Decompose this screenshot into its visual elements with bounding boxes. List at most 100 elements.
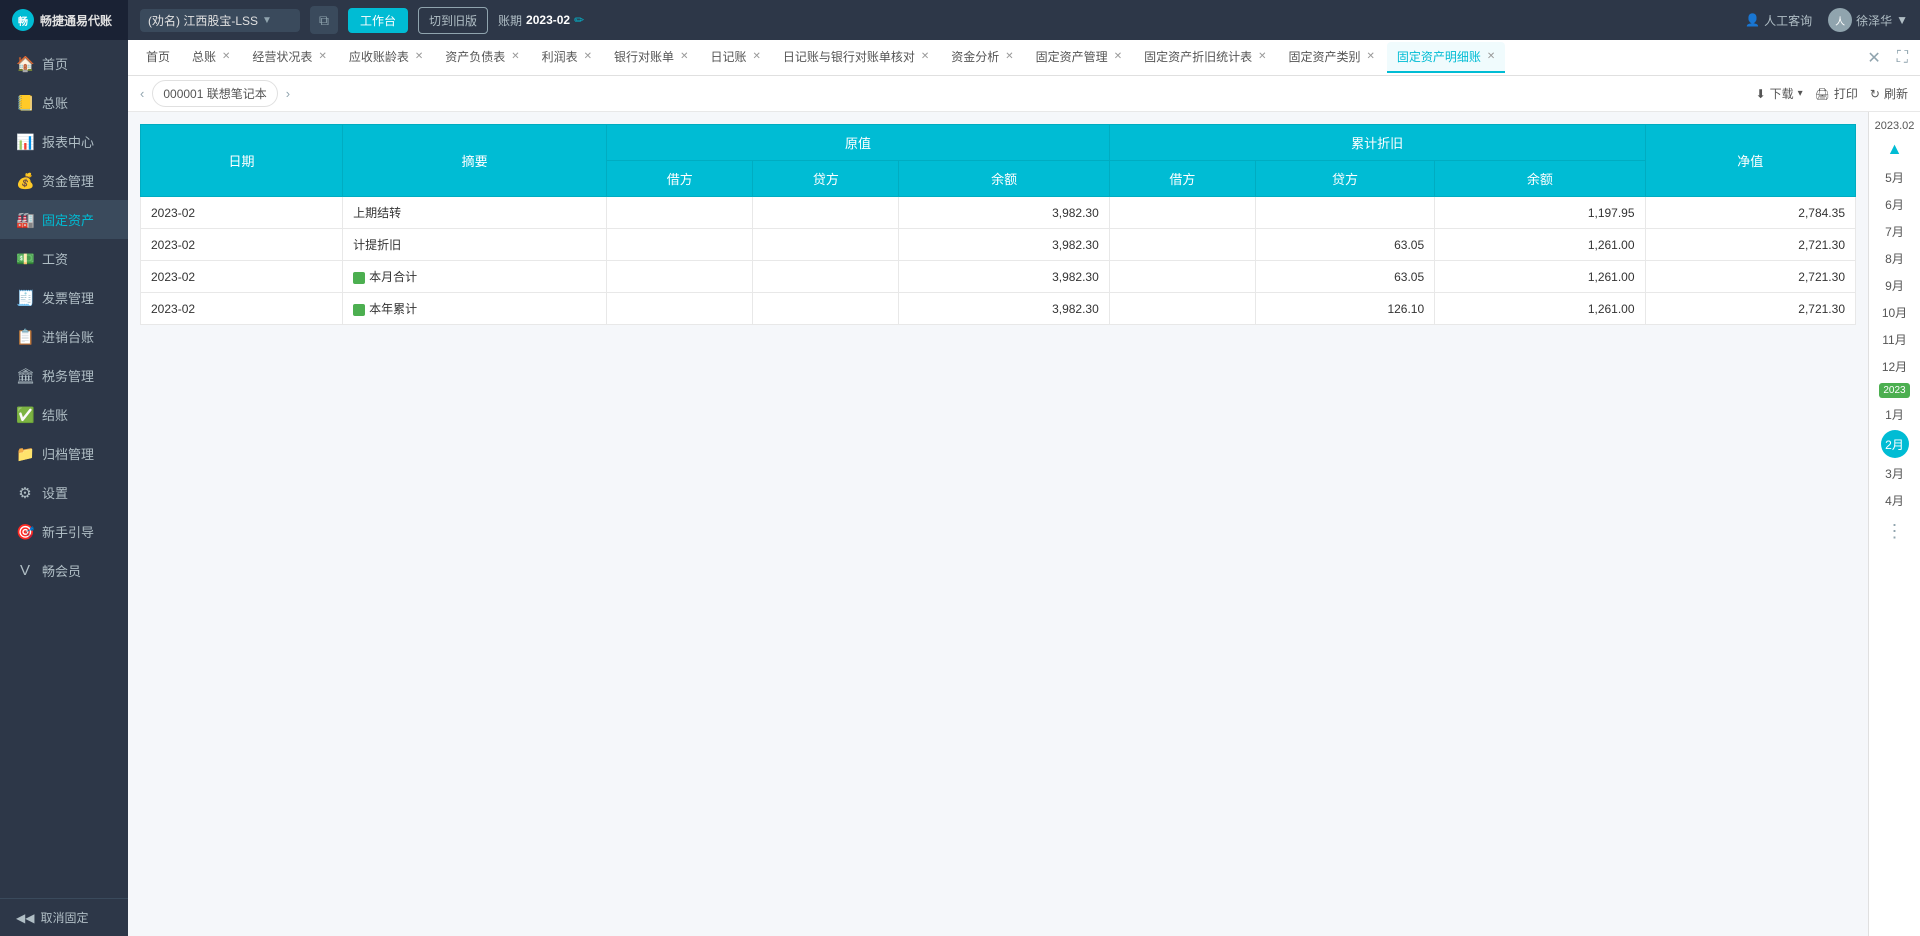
user-menu[interactable]: 人 徐泽华 ▼ (1828, 8, 1908, 32)
subnav-left-arrow[interactable]: ‹ (140, 86, 144, 101)
sidebar-item-资金管理[interactable]: 💰 资金管理 (0, 161, 128, 200)
tab-12[interactable]: 固定资产类别✕ (1278, 42, 1384, 73)
sidebar-item-设置[interactable]: ⚙ 设置 (0, 473, 128, 512)
right-panel-month-2023-1[interactable]: 2月 (1881, 430, 1909, 458)
subnav-actions: ⬇ 下载 ▾ 🖨 打印 ↻ 刷新 (1756, 85, 1908, 102)
right-panel-month-2022-6[interactable]: 11月 (1875, 327, 1915, 352)
tab-close-9[interactable]: ✕ (1005, 51, 1013, 62)
sidebar-item-畅会员[interactable]: V 畅会员 (0, 551, 128, 590)
right-panel-more[interactable]: ⋮ (1875, 518, 1915, 544)
sidebar-icon-7: 📋 (16, 328, 34, 346)
tab-close-10[interactable]: ✕ (1114, 51, 1122, 62)
tab-1[interactable]: 总账✕ (182, 42, 240, 73)
sidebar-icon-3: 💰 (16, 172, 34, 190)
subnav-item[interactable]: 000001 联想笔记本 (152, 80, 277, 107)
tab-13[interactable]: 固定资产明细账 ✕ (1387, 42, 1505, 73)
tab-close-4[interactable]: ✕ (511, 51, 519, 62)
tab-close-1[interactable]: ✕ (222, 51, 230, 62)
tab-0[interactable]: 首页 (136, 42, 180, 73)
cell-date-3: 2023-02 (141, 293, 343, 325)
top-header: (劝名) 江西股宝-LSS ▼ ⧉ 工作台 切到旧版 账期 2023-02 ✏ … (128, 0, 1920, 40)
close-all-tabs-button[interactable]: ✕ (1863, 46, 1884, 70)
tab-3[interactable]: 应收账龄表✕ (339, 42, 433, 73)
cell-orig-credit-2 (753, 261, 899, 293)
col-net-header: 净值 (1645, 125, 1855, 197)
sidebar-item-结账[interactable]: ✅ 结账 (0, 395, 128, 434)
tab-close-2[interactable]: ✕ (318, 51, 326, 62)
cell-orig-debit-2 (607, 261, 753, 293)
sidebar-item-归档管理[interactable]: 📁 归档管理 (0, 434, 128, 473)
service-button[interactable]: 👤 人工客询 (1745, 12, 1812, 29)
tab-close-5[interactable]: ✕ (584, 51, 592, 62)
sidebar-icon-5: 💵 (16, 250, 34, 268)
sidebar-bottom[interactable]: ◀◀ 取消固定 (0, 898, 128, 936)
company-selector[interactable]: (劝名) 江西股宝-LSS ▼ (140, 9, 300, 32)
sidebar-item-总账[interactable]: 📒 总账 (0, 83, 128, 122)
right-panel-year-badge: 2023 (1879, 383, 1909, 398)
edit-period-icon[interactable]: ✏ (574, 13, 584, 27)
tab-4[interactable]: 资产负债表✕ (435, 42, 529, 73)
subnav-right-arrow[interactable]: › (286, 86, 290, 101)
tab-close-7[interactable]: ✕ (752, 51, 760, 62)
download-arrow-icon: ▾ (1798, 88, 1803, 99)
sidebar-label-13: 畅会员 (42, 561, 81, 580)
sidebar-label-12: 新手引导 (42, 522, 94, 541)
sidebar-item-进销台账[interactable]: 📋 进销台账 (0, 317, 128, 356)
sidebar-item-税务管理[interactable]: 🏛 税务管理 (0, 356, 128, 395)
tab-label-9: 资金分析 (951, 48, 999, 65)
tab-close-6[interactable]: ✕ (680, 51, 688, 62)
sidebar-label-5: 工资 (42, 249, 68, 268)
download-button[interactable]: ⬇ 下载 ▾ (1756, 85, 1803, 102)
sidebar-label-3: 资金管理 (42, 171, 94, 190)
sidebar-item-报表中心[interactable]: 📊 报表中心 (0, 122, 128, 161)
tab-close-8[interactable]: ✕ (921, 51, 929, 62)
tab-8[interactable]: 日记账与银行对账单核对✕ (773, 42, 939, 73)
tab-7[interactable]: 日记账✕ (700, 42, 770, 73)
right-panel-month-2022-0[interactable]: 5月 (1875, 165, 1915, 190)
right-panel-month-2022-5[interactable]: 10月 (1875, 300, 1915, 325)
maximize-button[interactable]: ⛶ (1893, 47, 1912, 69)
cell-dep-balance-2: 1,261.00 (1435, 261, 1645, 293)
table-row: 2023-02 本月合计 3,982.30 63.05 1,261.00 2,7… (141, 261, 1856, 293)
tab-5[interactable]: 利润表✕ (532, 42, 602, 73)
tab-close-12[interactable]: ✕ (1367, 51, 1375, 62)
company-name: (劝名) 江西股宝-LSS (148, 12, 258, 29)
workbench-button[interactable]: 工作台 (348, 8, 408, 33)
tab-11[interactable]: 固定资产折旧统计表✕ (1134, 42, 1276, 73)
tab-close-3[interactable]: ✕ (415, 51, 423, 62)
tab-10[interactable]: 固定资产管理✕ (1026, 42, 1132, 73)
sidebar-icon-10: 📁 (16, 445, 34, 463)
print-button[interactable]: 🖨 打印 (1815, 85, 1858, 102)
refresh-button[interactable]: ↻ 刷新 (1870, 85, 1908, 102)
right-panel-month-2023-2[interactable]: 3月 (1875, 461, 1915, 486)
tab-close-11[interactable]: ✕ (1258, 51, 1266, 62)
sidebar-item-发票管理[interactable]: 🧾 发票管理 (0, 278, 128, 317)
tab-6[interactable]: 银行对账单✕ (604, 42, 698, 73)
tab-close-13[interactable]: ✕ (1487, 51, 1495, 62)
sidebar: 畅 畅捷通易代账 🏠 首页 📒 总账 📊 报表中心 💰 资金管理 🏭 固定资产 … (0, 0, 128, 936)
sidebar-item-工资[interactable]: 💵 工资 (0, 239, 128, 278)
right-panel-month-2022-3[interactable]: 8月 (1875, 246, 1915, 271)
right-panel-scroll-up[interactable]: ▲ (1875, 137, 1915, 163)
switch-old-button[interactable]: 切到旧版 (418, 7, 488, 34)
right-panel-month-2023-0[interactable]: 1月 (1875, 402, 1915, 427)
sidebar-icon-9: ✅ (16, 406, 34, 424)
right-panel-month-2022-2[interactable]: 7月 (1875, 219, 1915, 244)
sidebar-item-新手引导[interactable]: 🎯 新手引导 (0, 512, 128, 551)
right-panel-month-2022-4[interactable]: 9月 (1875, 273, 1915, 298)
tab-2[interactable]: 经营状况表✕ (242, 42, 336, 73)
tab-9[interactable]: 资金分析 ✕ (941, 42, 1023, 73)
cell-date-0: 2023-02 (141, 197, 343, 229)
tab-label-13: 固定资产明细账 (1397, 48, 1481, 65)
right-panel-month-2023-3[interactable]: 4月 (1875, 488, 1915, 513)
sub-nav: ‹ 000001 联想笔记本 › ⬇ 下载 ▾ 🖨 打印 ↻ 刷新 (128, 76, 1920, 112)
cell-orig-balance-1: 3,982.30 (899, 229, 1109, 261)
sidebar-item-固定资产[interactable]: 🏭 固定资产 (0, 200, 128, 239)
sidebar-item-首页[interactable]: 🏠 首页 (0, 44, 128, 83)
right-panel-month-2022-1[interactable]: 6月 (1875, 192, 1915, 217)
right-panel-month-2022-7[interactable]: 12月 (1875, 354, 1915, 379)
sidebar-label-4: 固定资产 (42, 210, 94, 229)
sidebar-icon-2: 📊 (16, 133, 34, 151)
cell-net-3: 2,721.30 (1645, 293, 1855, 325)
copy-button[interactable]: ⧉ (310, 6, 338, 34)
